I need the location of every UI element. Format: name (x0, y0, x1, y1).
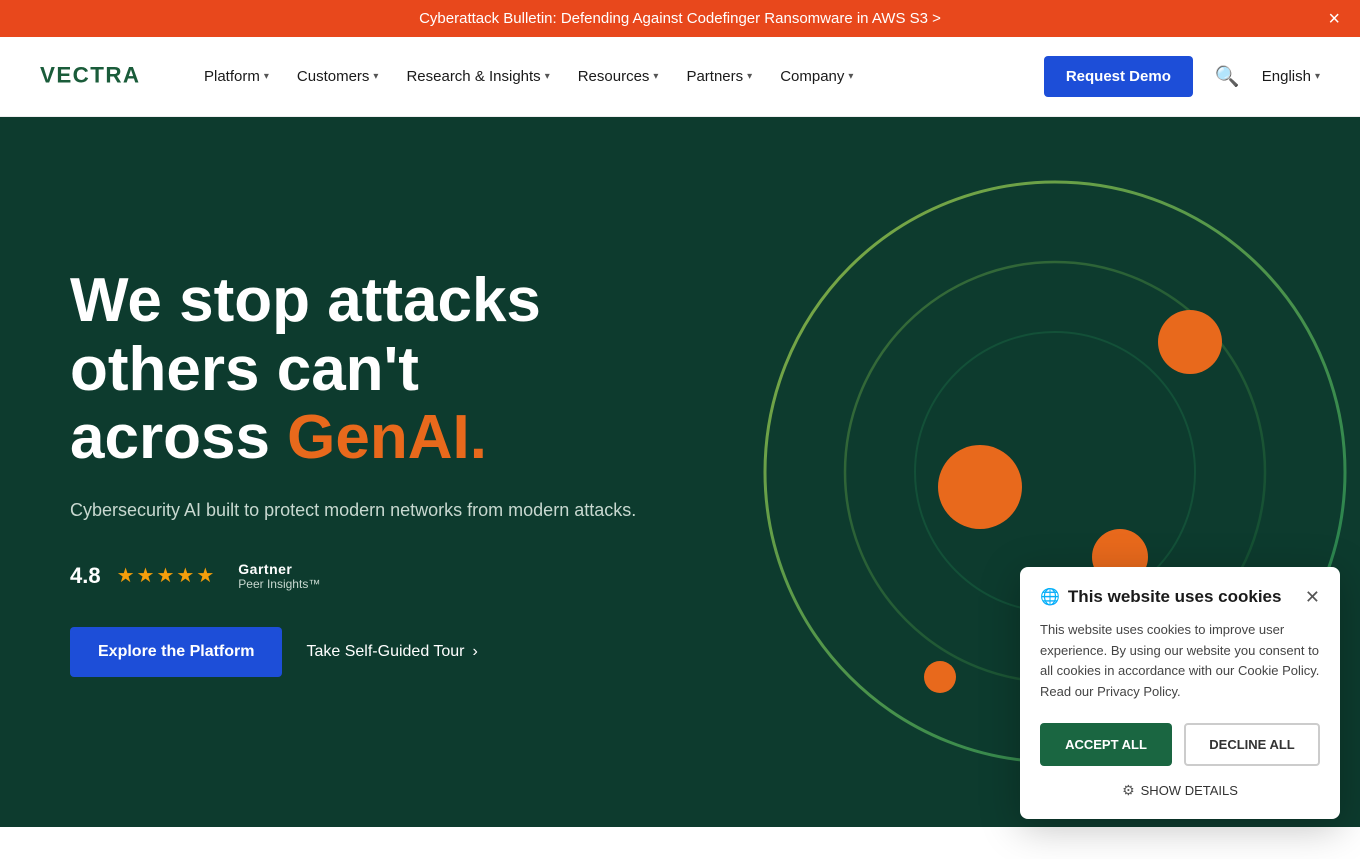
chevron-down-icon: ▾ (848, 71, 853, 82)
chevron-down-icon: ▾ (264, 71, 269, 82)
peer-insights-label: Peer Insights™ (238, 577, 320, 591)
search-icon: 🔍 (1215, 66, 1240, 88)
show-details-button[interactable]: ⚙ SHOW DETAILS (1040, 782, 1320, 799)
gartner-name: Gartner (238, 561, 320, 577)
hero-content: We stop attacks others can't across GenA… (70, 267, 636, 676)
chevron-down-icon: ▾ (653, 71, 658, 82)
language-label: English (1262, 68, 1311, 85)
navbar: VECTRA Platform ▾ Customers ▾ Research &… (0, 37, 1360, 117)
chevron-down-icon: ▾ (545, 71, 550, 82)
cookie-header: 🌐 This website uses cookies ✕ (1040, 587, 1320, 608)
nav-item-company[interactable]: Company ▾ (768, 60, 865, 93)
hero-headline: We stop attacks others can't across GenA… (70, 267, 636, 472)
nav-right: Request Demo 🔍 English ▾ (1044, 56, 1320, 97)
cookie-body: This website uses cookies to improve use… (1040, 620, 1320, 703)
cookie-header-left: 🌐 This website uses cookies (1040, 587, 1281, 607)
globe-icon: 🌐 (1040, 587, 1060, 607)
explore-platform-button[interactable]: Explore the Platform (70, 627, 282, 677)
arrow-right-icon: › (473, 643, 478, 661)
chevron-down-icon: ▾ (1315, 71, 1320, 82)
announcement-text[interactable]: Cyberattack Bulletin: Defending Against … (419, 10, 941, 27)
rating-number: 4.8 (70, 563, 101, 589)
nav-item-research[interactable]: Research & Insights ▾ (394, 60, 561, 93)
nav-item-resources[interactable]: Resources ▾ (566, 60, 671, 93)
gartner-block: 4.8 ★ ★ ★ ★ ★ Gartner Peer Insights™ (70, 561, 636, 591)
cookie-close-button[interactable]: ✕ (1305, 587, 1320, 608)
hero-subtext: Cybersecurity AI built to protect modern… (70, 496, 636, 525)
accept-all-button[interactable]: ACCEPT ALL (1040, 723, 1172, 766)
cookie-popup: 🌐 This website uses cookies ✕ This websi… (1020, 567, 1340, 819)
gartner-logo: Gartner Peer Insights™ (238, 561, 320, 591)
logo[interactable]: VECTRA (40, 60, 152, 93)
self-guided-tour-link[interactable]: Take Self-Guided Tour › (306, 643, 477, 661)
nav-item-partners[interactable]: Partners ▾ (674, 60, 764, 93)
request-demo-button[interactable]: Request Demo (1044, 56, 1193, 97)
hero-buttons: Explore the Platform Take Self-Guided To… (70, 627, 636, 677)
chevron-down-icon: ▾ (747, 71, 752, 82)
cookie-buttons: ACCEPT ALL DECLINE ALL (1040, 723, 1320, 766)
chevron-down-icon: ▾ (373, 71, 378, 82)
language-selector[interactable]: English ▾ (1262, 68, 1320, 85)
nav-links: Platform ▾ Customers ▾ Research & Insigh… (192, 60, 1044, 93)
nav-item-platform[interactable]: Platform ▾ (192, 60, 281, 93)
svg-text:VECTRA: VECTRA (40, 62, 140, 87)
star-rating: ★ ★ ★ ★ ★ (117, 563, 215, 588)
cookie-title: This website uses cookies (1068, 587, 1282, 607)
search-button[interactable]: 🔍 (1209, 58, 1246, 95)
decline-all-button[interactable]: DECLINE ALL (1184, 723, 1320, 766)
nav-item-customers[interactable]: Customers ▾ (285, 60, 391, 93)
gear-icon: ⚙ (1122, 782, 1135, 799)
announcement-bar: Cyberattack Bulletin: Defending Against … (0, 0, 1360, 37)
announcement-close-button[interactable]: × (1328, 9, 1340, 29)
